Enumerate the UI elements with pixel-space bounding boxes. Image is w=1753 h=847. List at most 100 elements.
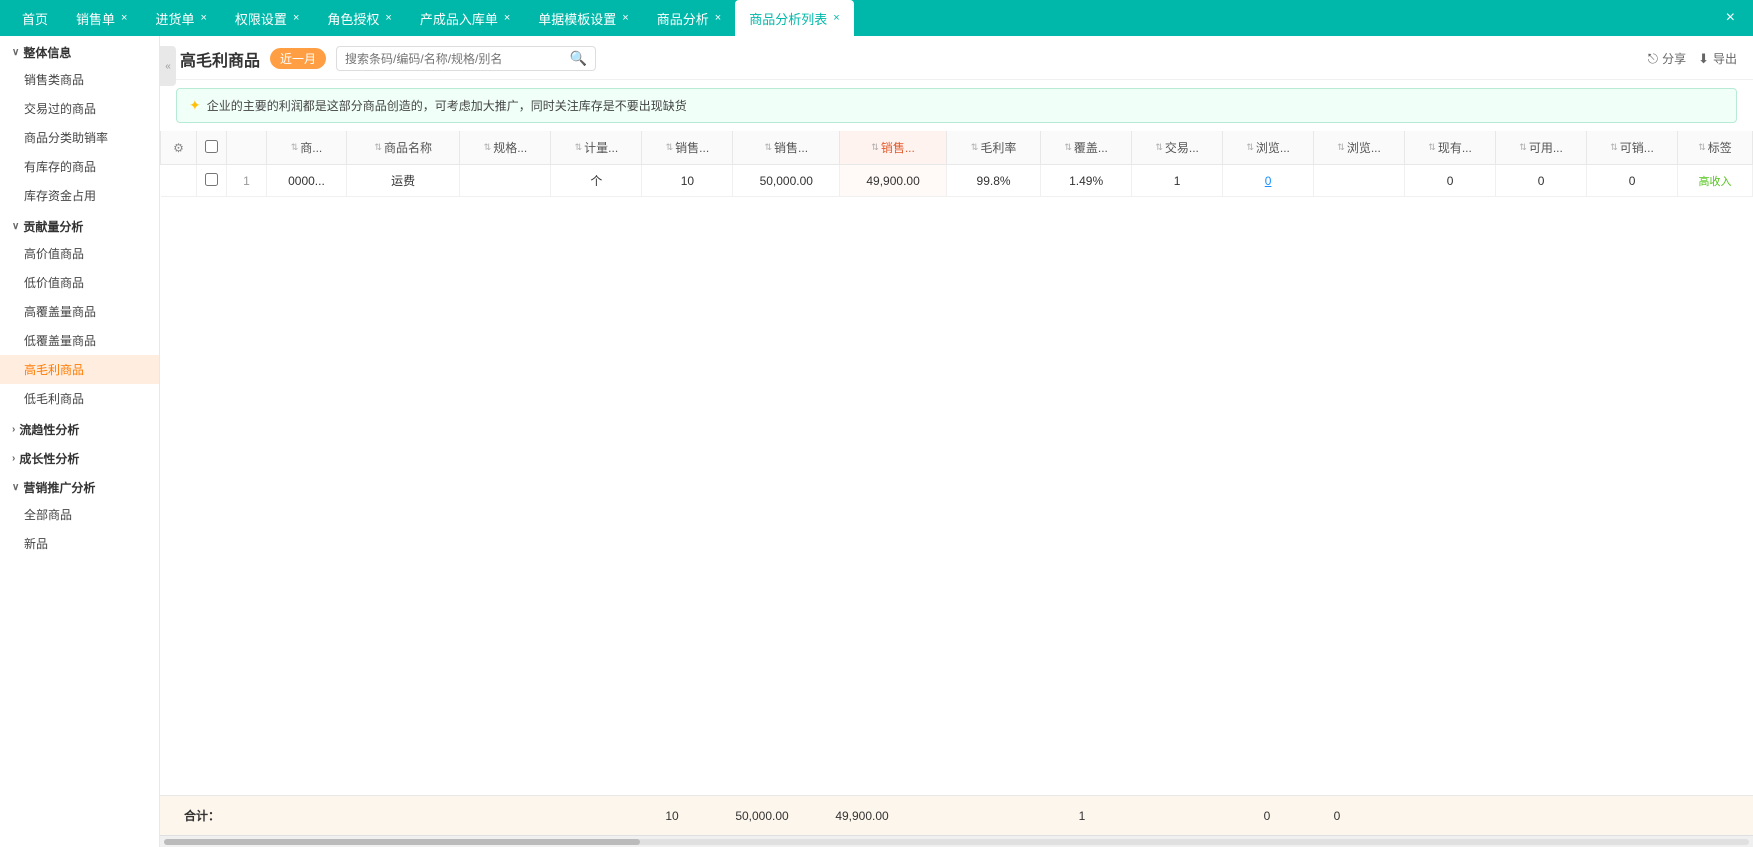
col-gear[interactable]: ⚙ (161, 131, 197, 165)
sidebar-item-high-margin[interactable]: 高毛利商品 (0, 355, 159, 384)
scrollbar-thumb[interactable] (164, 839, 640, 845)
export-icon: ⬇ (1698, 51, 1709, 67)
col-sellable[interactable]: 可销... (1587, 131, 1678, 165)
page-title: 高毛利商品 (180, 47, 260, 71)
close-permission-tab[interactable]: × (293, 12, 299, 24)
search-input[interactable] (345, 52, 566, 66)
cell-tag: 高收入 (1678, 165, 1753, 197)
footer-sales-profit: 49,900.00 (812, 809, 912, 823)
footer-available: 0 (1302, 809, 1372, 823)
close-role-tab[interactable]: × (385, 12, 391, 24)
sidebar-collapse-button[interactable]: « (160, 46, 176, 86)
sidebar-group-growth[interactable]: › 成长性分析 (0, 442, 159, 471)
col-sales-profit[interactable]: 销售... (840, 131, 947, 165)
search-icon[interactable]: 🔍 (570, 50, 587, 67)
cell-sales-amount: 50,000.00 (733, 165, 840, 197)
cell-unit: 个 (551, 165, 642, 197)
nav-tab-sales[interactable]: 销售单 × (62, 0, 141, 36)
sidebar-item-high-value[interactable]: 高价值商品 (0, 239, 159, 268)
sidebar-item-stock-capital[interactable]: 库存资金占用 (0, 181, 159, 210)
sidebar-item-traded-goods[interactable]: 交易过的商品 (0, 94, 159, 123)
close-sales-tab[interactable]: × (121, 12, 127, 24)
cell-current-stock: 0 (1405, 165, 1496, 197)
info-banner: ✦ 企业的主要的利润都是这部分商品创造的，可考虑加大推广，同时关注库存是不要出现… (176, 88, 1737, 123)
sidebar-item-high-coverage[interactable]: 高覆盖量商品 (0, 297, 159, 326)
select-all-checkbox[interactable] (205, 140, 218, 153)
data-table: ⚙ 商... 商品名称 规格... 计量... 销售... 销售... 销售..… (160, 131, 1753, 197)
arrow-overall: ∨ (12, 47, 19, 58)
settings-icon[interactable]: ⚙ (173, 141, 184, 155)
close-all-button[interactable]: × (1716, 9, 1745, 27)
main-layout: ∨ 整体信息 销售类商品 交易过的商品 商品分类助销率 有库存的商品 库存资金占… (0, 36, 1753, 847)
sidebar-group-overall[interactable]: ∨ 整体信息 (0, 36, 159, 65)
sidebar-group-marketing[interactable]: ∨ 营销推广分析 (0, 471, 159, 500)
col-name[interactable]: 商品名称 (346, 131, 460, 165)
header-actions: ⎋ 分享 ⬇ 导出 (1648, 50, 1737, 67)
cell-coverage: 1.49% (1041, 165, 1132, 197)
share-button[interactable]: ⎋ 分享 (1648, 50, 1686, 67)
col-trade[interactable]: 交易... (1132, 131, 1223, 165)
scrollbar-track (164, 839, 1749, 845)
col-checkbox (197, 131, 227, 165)
col-available[interactable]: 可用... (1496, 131, 1587, 165)
col-coverage[interactable]: 覆盖... (1041, 131, 1132, 165)
cell-name: 运费 (346, 165, 460, 197)
arrow-growth: › (12, 453, 15, 464)
horizontal-scrollbar[interactable] (160, 835, 1753, 847)
nav-tab-home[interactable]: 首页 (8, 0, 62, 36)
nav-tab-product-in[interactable]: 产成品入库单 × (406, 0, 524, 36)
nav-tab-permission[interactable]: 权限设置 × (221, 0, 313, 36)
sidebar-item-sales-goods[interactable]: 销售类商品 (0, 65, 159, 94)
top-navigation: 首页 销售单 × 进货单 × 权限设置 × 角色授权 × 产成品入库单 × 单据… (0, 0, 1753, 36)
sidebar-item-low-margin[interactable]: 低毛利商品 (0, 384, 159, 413)
export-button[interactable]: ⬇ 导出 (1698, 50, 1737, 67)
close-analysis-tab[interactable]: × (715, 12, 721, 24)
footer-trade: 1 (1052, 809, 1112, 823)
filter-recent-month-button[interactable]: 近一月 (270, 48, 326, 69)
col-view2[interactable]: 浏览... (1314, 131, 1405, 165)
cell-checkbox[interactable] (197, 165, 227, 197)
cell-view1[interactable]: 0 (1223, 165, 1314, 197)
share-icon: ⎋ (1648, 51, 1658, 67)
sidebar-item-low-coverage[interactable]: 低覆盖量商品 (0, 326, 159, 355)
col-unit[interactable]: 计量... (551, 131, 642, 165)
col-view1[interactable]: 浏览... (1223, 131, 1314, 165)
arrow-contribution: ∨ (12, 221, 19, 232)
cell-trade: 1 (1132, 165, 1223, 197)
col-gross-margin[interactable]: 毛利率 (946, 131, 1040, 165)
sidebar-item-in-stock-goods[interactable]: 有库存的商品 (0, 152, 159, 181)
sidebar-item-category-assist[interactable]: 商品分类助销率 (0, 123, 159, 152)
footer-label: 合计： (168, 807, 232, 824)
cell-index: 1 (227, 165, 267, 197)
nav-tab-analysis[interactable]: 商品分析 × (643, 0, 735, 36)
col-current-stock[interactable]: 现有... (1405, 131, 1496, 165)
footer-current-stock: 0 (1232, 809, 1302, 823)
cell-spec (460, 165, 551, 197)
table-container: ⚙ 商... 商品名称 规格... 计量... 销售... 销售... 销售..… (160, 131, 1753, 795)
sidebar-group-trend[interactable]: › 流趋性分析 (0, 413, 159, 442)
sidebar-item-low-value[interactable]: 低价值商品 (0, 268, 159, 297)
arrow-trend: › (12, 424, 15, 435)
sidebar-item-all-goods[interactable]: 全部商品 (0, 500, 159, 529)
close-purchase-tab[interactable]: × (200, 12, 206, 24)
cell-code: 0000... (267, 165, 347, 197)
close-template-tab[interactable]: × (622, 12, 628, 24)
sidebar-group-contribution[interactable]: ∨ 贡献量分析 (0, 210, 159, 239)
close-analysis-list-tab[interactable]: × (833, 12, 839, 24)
nav-tab-analysis-list[interactable]: 商品分析列表 × (735, 0, 853, 36)
table-row: 1 0000... 运费 个 10 50,000.00 49,900.00 99… (161, 165, 1753, 197)
row-checkbox[interactable] (205, 173, 218, 186)
nav-tab-template[interactable]: 单据模板设置 × (524, 0, 642, 36)
sidebar-item-new-goods[interactable]: 新品 (0, 529, 159, 558)
col-tag[interactable]: 标签 (1678, 131, 1753, 165)
cell-gross-margin: 99.8% (946, 165, 1040, 197)
close-product-in-tab[interactable]: × (504, 12, 510, 24)
nav-tab-role[interactable]: 角色授权 × (313, 0, 405, 36)
col-code[interactable]: 商... (267, 131, 347, 165)
col-spec[interactable]: 规格... (460, 131, 551, 165)
cell-sales-profit: 49,900.00 (840, 165, 947, 197)
col-sales-qty[interactable]: 销售... (642, 131, 733, 165)
sidebar: ∨ 整体信息 销售类商品 交易过的商品 商品分类助销率 有库存的商品 库存资金占… (0, 36, 160, 847)
nav-tab-purchase[interactable]: 进货单 × (141, 0, 220, 36)
col-sales-amount[interactable]: 销售... (733, 131, 840, 165)
